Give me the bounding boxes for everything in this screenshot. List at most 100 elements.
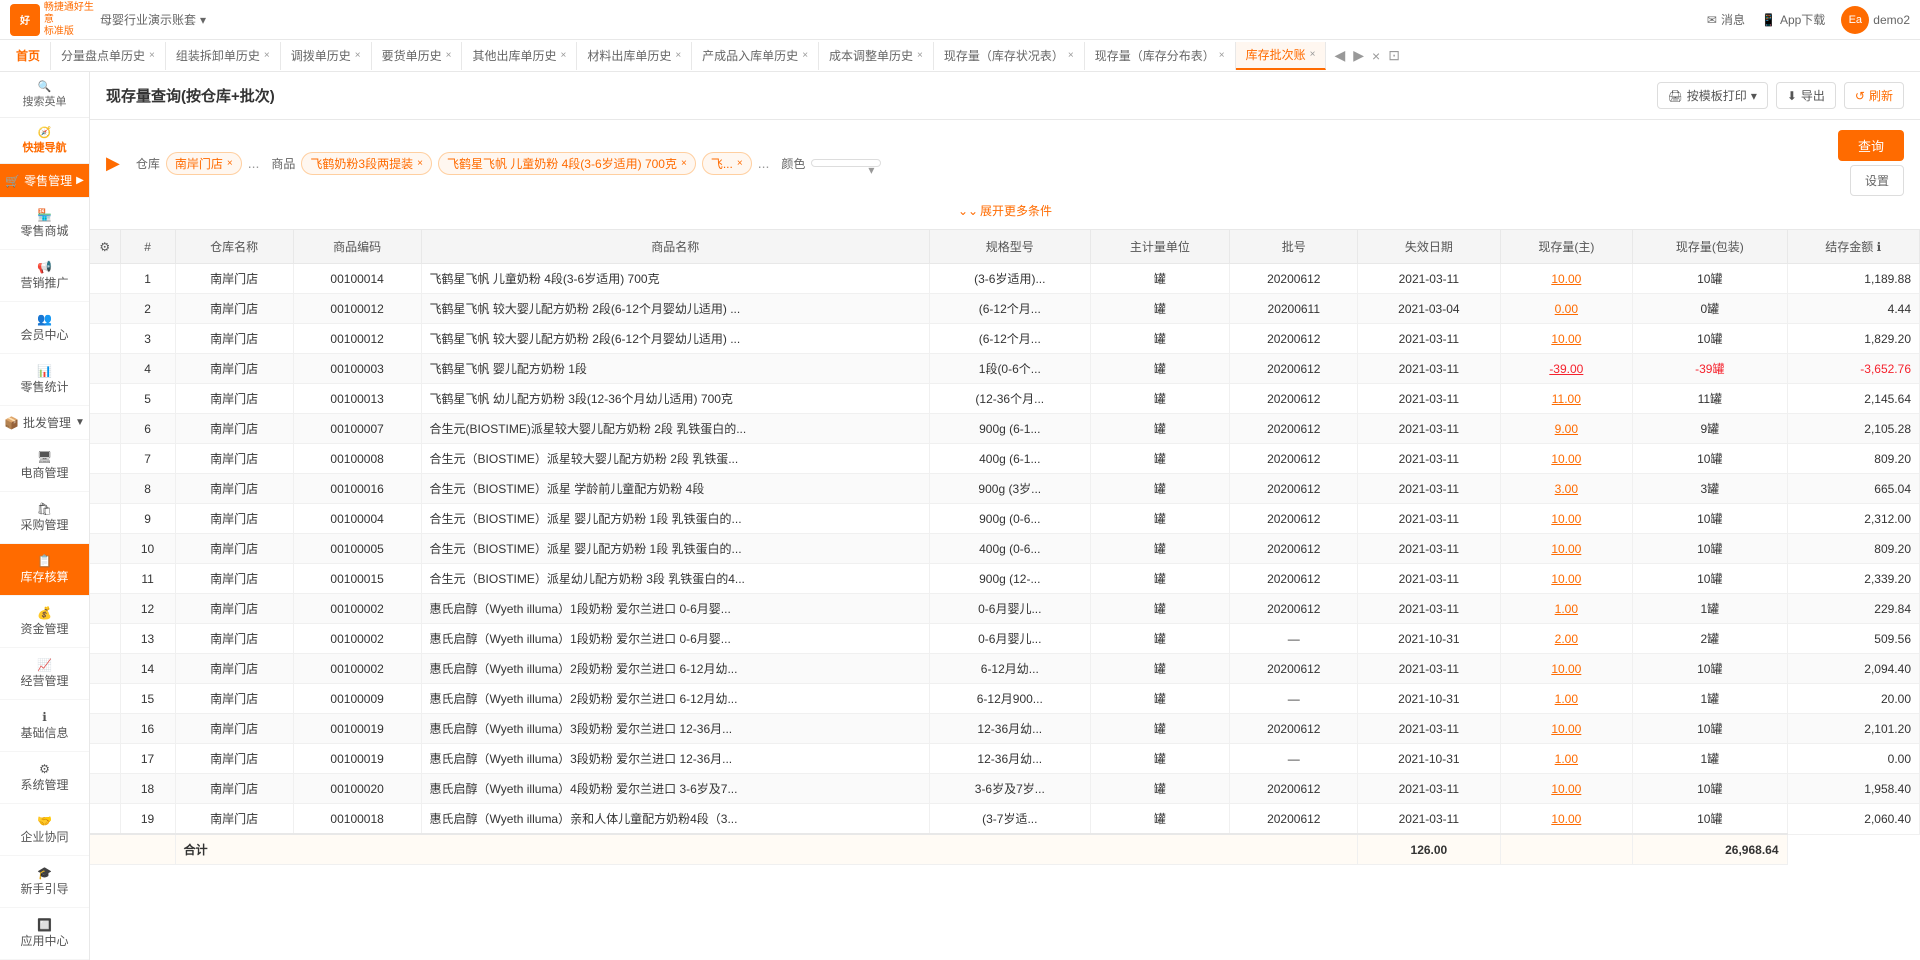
product-tag2[interactable]: 飞鹤星飞帆 儿童奶粉 4段(3-6岁适用) 700克 ×	[438, 152, 696, 175]
sidebar-item-members[interactable]: 👥 会员中心	[0, 302, 89, 354]
filter-area: ▶ 仓库 南岸门店 × ... 商品 飞鹤奶粉3段两提装 ×	[90, 120, 1920, 230]
tab-chanpin[interactable]: 产成品入库单历史 ×	[692, 42, 819, 70]
tab-close-cailiao[interactable]: ×	[675, 50, 681, 61]
tab-prev-btn[interactable]: ◀	[1330, 47, 1349, 64]
tab-close-fenliang[interactable]: ×	[149, 50, 155, 61]
sidebar-item-marketing[interactable]: 📢 营销推广	[0, 250, 89, 302]
row-qty-main[interactable]: 0.00	[1500, 294, 1633, 324]
product-dots[interactable]: ...	[758, 155, 770, 171]
row-qty-main[interactable]: 10.00	[1500, 504, 1633, 534]
row-setting	[90, 324, 120, 354]
sidebar-item-quicknav[interactable]: 🧭 快捷导航	[0, 118, 89, 164]
tab-chengben[interactable]: 成本调整单历史 ×	[819, 42, 934, 70]
row-batch: 20200612	[1230, 354, 1358, 384]
tab-fenliang[interactable]: 分量盘点单历史 ×	[51, 42, 166, 70]
tab-kucun1[interactable]: 现存量（库存状况表） ×	[934, 42, 1085, 70]
sidebar-item-guide[interactable]: 🎓 新手引导	[0, 856, 89, 908]
avatar: Ea	[1841, 6, 1869, 34]
product-tag1[interactable]: 飞鹤奶粉3段两提装 ×	[301, 152, 432, 175]
user-profile[interactable]: Ea demo2	[1841, 6, 1910, 34]
row-qty-main[interactable]: 10.00	[1500, 444, 1633, 474]
product-tag3-close[interactable]: ×	[737, 158, 743, 169]
row-qty-main[interactable]: 11.00	[1500, 384, 1633, 414]
print-btn[interactable]: 🖨 按模板打印 ▾	[1657, 82, 1768, 109]
sidebar-item-enterprise[interactable]: 🤝 企业协同	[0, 804, 89, 856]
sidebar-item-purchase[interactable]: 🛍 采购管理	[0, 492, 89, 544]
row-qty-main[interactable]: 10.00	[1500, 654, 1633, 684]
tab-close-yaohuo[interactable]: ×	[446, 50, 452, 61]
product-tag1-close[interactable]: ×	[417, 158, 423, 169]
sidebar-item-wholesale[interactable]: 📦 批发管理 ▼	[0, 406, 89, 440]
sidebar-item-operations[interactable]: 📈 经营管理	[0, 648, 89, 700]
tab-close-chengben[interactable]: ×	[917, 50, 923, 61]
row-qty-main[interactable]: 10.00	[1500, 534, 1633, 564]
message-btn[interactable]: ✉ 消息	[1707, 11, 1745, 28]
row-qty-main[interactable]: 10.00	[1500, 264, 1633, 294]
tab-close-kucun2[interactable]: ×	[1219, 50, 1225, 61]
row-qty-main[interactable]: 10.00	[1500, 774, 1633, 804]
filter-expand-btn[interactable]: ▶	[106, 153, 120, 174]
tab-kucun3[interactable]: 库存批次账 ×	[1236, 42, 1327, 70]
tab-diaopo[interactable]: 调拨单历史 ×	[281, 42, 372, 70]
row-qty-main[interactable]: 1.00	[1500, 684, 1633, 714]
expand-more-btn[interactable]: ⌄⌄ 展开更多条件	[958, 202, 1052, 219]
tab-close-diaopo[interactable]: ×	[355, 50, 361, 61]
warehouse-dots[interactable]: ...	[248, 155, 260, 171]
color-input[interactable]: ▾	[811, 159, 881, 167]
row-qty-main[interactable]: 2.00	[1500, 624, 1633, 654]
tab-qitatuku[interactable]: 其他出库单历史 ×	[462, 42, 577, 70]
warehouse-tag-close[interactable]: ×	[227, 158, 233, 169]
tab-kucun2[interactable]: 现存量（库存分布表） ×	[1085, 42, 1236, 70]
row-expire: 2021-03-11	[1358, 774, 1500, 804]
tab-home[interactable]: 首页	[6, 42, 51, 70]
row-qty-main[interactable]: 1.00	[1500, 594, 1633, 624]
filter-product: 商品 飞鹤奶粉3段两提装 × 飞鹤星飞帆 儿童奶粉 4段(3-6岁适用) 700…	[271, 152, 769, 175]
product-tag3[interactable]: 飞... ×	[702, 152, 752, 175]
sidebar-item-apps[interactable]: 🔲 应用中心	[0, 908, 89, 960]
col-name: 商品名称	[421, 230, 930, 264]
row-qty-main[interactable]: -39.00	[1500, 354, 1633, 384]
account-dropdown[interactable]: 母婴行业演示账套 ▾	[100, 11, 1707, 28]
sidebar-item-retail-stats[interactable]: 📊 零售统计	[0, 354, 89, 406]
tab-cailiao[interactable]: 材料出库单历史 ×	[577, 42, 692, 70]
row-amount: 2,060.40	[1787, 804, 1920, 835]
export-btn[interactable]: ⬇ 导出	[1776, 82, 1836, 109]
table-row: 11 南岸门店 00100015 合生元（BIOSTIME）派星幼儿配方奶粉 3…	[90, 564, 1920, 594]
tab-close-kucun1[interactable]: ×	[1068, 50, 1074, 61]
filter-color: 颜色 ▾	[781, 155, 881, 172]
row-qty-main[interactable]: 9.00	[1500, 414, 1633, 444]
tab-close-chanpin[interactable]: ×	[802, 50, 808, 61]
sidebar-item-retail-mgmt[interactable]: 🛒 零售管理 ▶	[0, 164, 89, 198]
sidebar-item-search[interactable]: 🔍 搜索英单	[0, 72, 89, 118]
row-qty-main[interactable]: 10.00	[1500, 714, 1633, 744]
sidebar-item-inventory[interactable]: 📋 库存核算	[0, 544, 89, 596]
sidebar-item-basic-info[interactable]: ℹ 基础信息	[0, 700, 89, 752]
tab-zuhe[interactable]: 组装拆卸单历史 ×	[166, 42, 281, 70]
refresh-btn[interactable]: ↺ 刷新	[1844, 82, 1904, 109]
app-download-btn[interactable]: 📱 App下载	[1761, 11, 1825, 28]
tab-close-all-btn[interactable]: ×	[1368, 48, 1384, 64]
sidebar-item-finance[interactable]: 💰 资金管理	[0, 596, 89, 648]
top-right: ✉ 消息 📱 App下载 Ea demo2	[1707, 6, 1910, 34]
sidebar-item-ecommerce[interactable]: 🖥 电商管理	[0, 440, 89, 492]
tab-menu-btn[interactable]: ⊡	[1384, 47, 1404, 64]
tab-close-kucun3[interactable]: ×	[1310, 49, 1316, 60]
query-btn[interactable]: 查询	[1838, 130, 1904, 161]
row-qty-main[interactable]: 10.00	[1500, 564, 1633, 594]
warehouse-tag[interactable]: 南岸门店 ×	[166, 152, 242, 175]
row-qty-main[interactable]: 10.00	[1500, 804, 1633, 835]
row-qty-main[interactable]: 10.00	[1500, 324, 1633, 354]
tab-close-qitatuku[interactable]: ×	[560, 50, 566, 61]
row-qty-main[interactable]: 3.00	[1500, 474, 1633, 504]
row-expire: 2021-03-11	[1358, 384, 1500, 414]
sidebar-item-retail-mall[interactable]: 🏪 零售商城	[0, 198, 89, 250]
row-spec: 6-12月900...	[930, 684, 1090, 714]
row-qty-main[interactable]: 1.00	[1500, 744, 1633, 774]
row-expire: 2021-03-11	[1358, 804, 1500, 835]
sidebar-item-system[interactable]: ⚙ 系统管理	[0, 752, 89, 804]
product-tag2-close[interactable]: ×	[681, 158, 687, 169]
tab-close-zuhe[interactable]: ×	[264, 50, 270, 61]
tab-yaohuo[interactable]: 要货单历史 ×	[372, 42, 463, 70]
tab-next-btn[interactable]: ▶	[1349, 47, 1368, 64]
settings-btn[interactable]: 设置	[1850, 165, 1904, 196]
